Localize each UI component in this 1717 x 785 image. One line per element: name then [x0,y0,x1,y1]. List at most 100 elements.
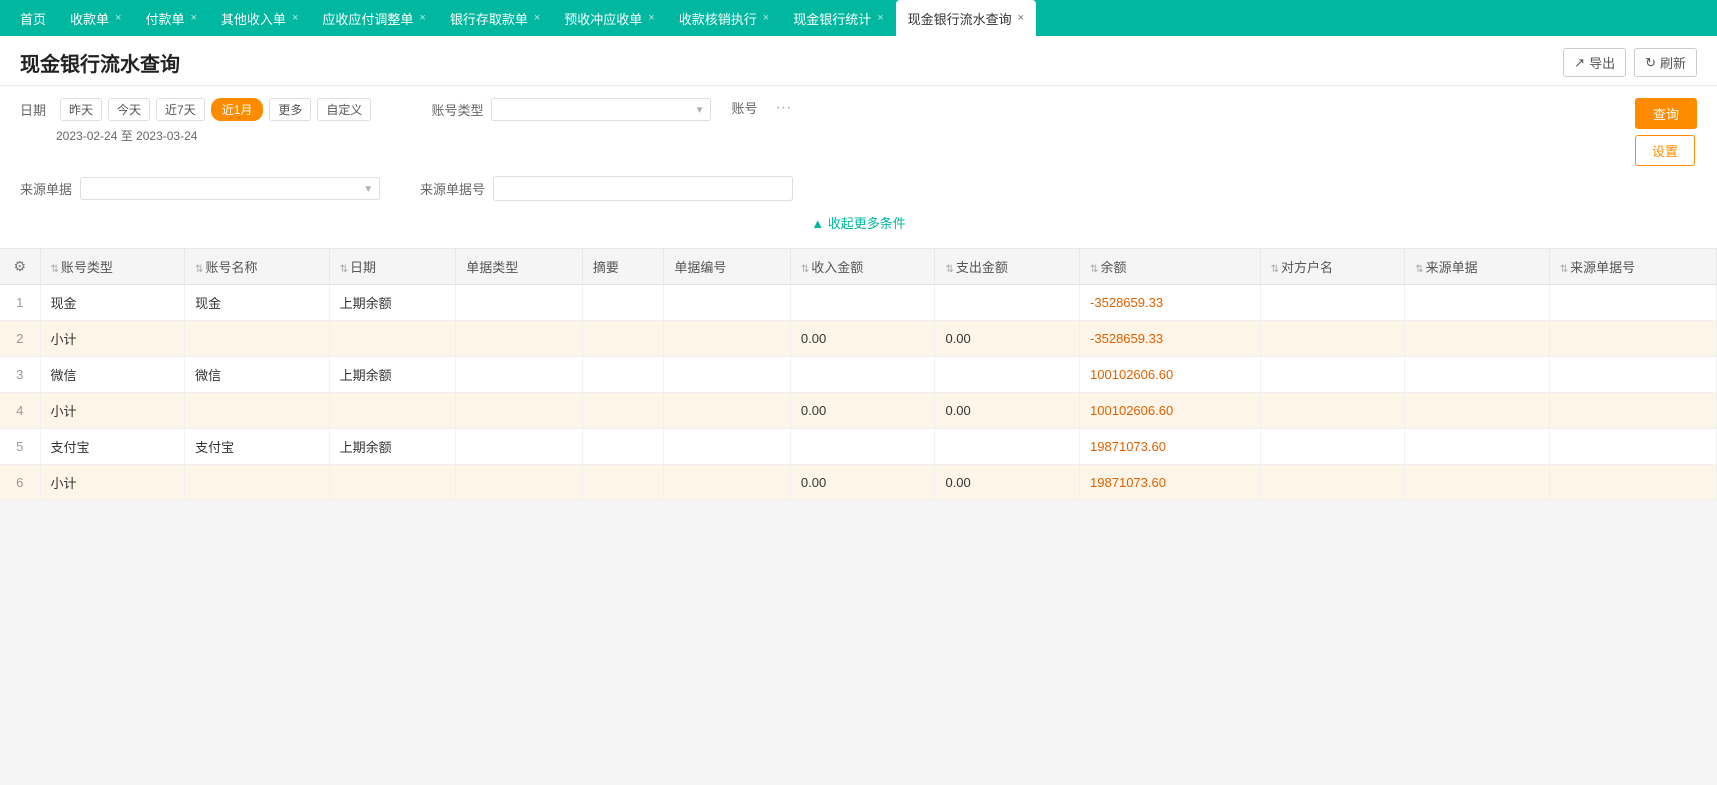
col-source-doc-no[interactable]: ⇅来源单据号 [1549,249,1716,285]
row-balance: 100102606.60 [1080,393,1261,429]
settings-button[interactable]: 设置 [1635,135,1695,166]
row-doc-type [456,285,583,321]
sort-icon: ⇅ [1415,264,1423,275]
row-date [329,393,456,429]
col-date[interactable]: ⇅日期 [329,249,456,285]
row-account-type: 微信 [40,357,185,393]
row-date: 上期余额 [329,285,456,321]
account-type-select[interactable]: ▾ [491,98,711,121]
source-doc-label: 来源单据 [20,179,72,198]
row-summary [582,285,664,321]
row-summary [582,465,664,501]
filter-area: 日期 昨天 今天 近7天 近1月 更多 自定义 2023-02-24 至 202… [0,86,1717,249]
row-source-doc [1405,321,1550,357]
refresh-button[interactable]: ↻ 刷新 [1634,48,1697,77]
col-summary[interactable]: 摘要 [582,249,664,285]
close-icon[interactable]: × [115,12,121,24]
table-row: 5支付宝支付宝上期余额19871073.60 [0,429,1717,465]
source-doc-no-filter: 来源单据号 [420,176,793,201]
nav-cash-bank-stat[interactable]: 现金银行统计 × [781,0,895,36]
page-title: 现金银行流水查询 [20,48,180,77]
col-expense[interactable]: ⇅支出金额 [935,249,1080,285]
row-income: 0.00 [790,465,935,501]
sort-icon: ⇅ [340,264,348,275]
date-1month[interactable]: 近1月 [211,98,264,121]
nav-cash-bank-flow[interactable]: 现金银行流水查询 × [896,0,1036,36]
close-icon[interactable]: × [292,12,298,24]
table-row: 3微信微信上期余额100102606.60 [0,357,1717,393]
col-doc-no[interactable]: 单据编号 [664,249,791,285]
source-doc-select[interactable]: ▾ [80,177,380,200]
row-doc-type [456,465,583,501]
date-more[interactable]: 更多 [269,98,311,121]
row-summary [582,429,664,465]
nav-other-income[interactable]: 其他收入单 × [209,0,310,36]
sort-icon: ⇅ [801,264,809,275]
col-income[interactable]: ⇅收入金额 [790,249,935,285]
row-source-doc [1405,465,1550,501]
row-date [329,465,456,501]
header-actions: ↗ 导出 ↻ 刷新 [1563,48,1697,77]
close-icon[interactable]: × [190,12,196,24]
row-doc-type [456,393,583,429]
nav-receipt[interactable]: 收款单 × [58,0,133,36]
collapse-bar[interactable]: ▲ 收起更多条件 [20,209,1697,236]
table-row: 6小计0.000.0019871073.60 [0,465,1717,501]
row-source-doc [1405,285,1550,321]
row-num: 5 [0,429,40,465]
row-account-type: 小计 [40,465,185,501]
row-income [790,357,935,393]
close-icon[interactable]: × [877,12,883,24]
col-doc-type[interactable]: 单据类型 [456,249,583,285]
row-date: 上期余额 [329,429,456,465]
row-source-doc-no [1549,465,1716,501]
row-doc-no [664,393,791,429]
nav-payment[interactable]: 付款单 × [133,0,208,36]
close-icon[interactable]: × [763,12,769,24]
row-account-type: 支付宝 [40,429,185,465]
source-doc-no-input[interactable] [493,176,793,201]
nav-receipt-exec[interactable]: 收款核销执行 × [667,0,781,36]
collapse-up-icon: ▲ [811,216,824,231]
row-date: 上期余额 [329,357,456,393]
row-doc-no [664,321,791,357]
data-table: ⚙ ⇅账号类型 ⇅账号名称 ⇅日期 单据类型 摘要 单据编号 ⇅收入金额 [0,249,1717,501]
date-today[interactable]: 今天 [108,98,150,121]
col-source-doc[interactable]: ⇅来源单据 [1405,249,1550,285]
row-doc-no [664,429,791,465]
row-expense: 0.00 [935,321,1080,357]
export-button[interactable]: ↗ 导出 [1563,48,1626,77]
nav-bank-deposit[interactable]: 银行存取款单 × [438,0,552,36]
nav-ar-ap-adjust[interactable]: 应收应付调整单 × [310,0,437,36]
col-gear[interactable]: ⚙ [0,249,40,285]
nav-home[interactable]: 首页 [8,0,58,36]
refresh-icon: ↻ [1645,55,1656,71]
col-balance[interactable]: ⇅余额 [1080,249,1261,285]
close-icon[interactable]: × [419,12,425,24]
row-account-type: 小计 [40,321,185,357]
row-source-doc-no [1549,429,1716,465]
data-table-container: ⚙ ⇅账号类型 ⇅账号名称 ⇅日期 单据类型 摘要 单据编号 ⇅收入金额 [0,249,1717,501]
date-7days[interactable]: 近7天 [156,98,205,121]
nav-prepay-offset[interactable]: 预收冲应收单 × [552,0,666,36]
page-header: 现金银行流水查询 ↗ 导出 ↻ 刷新 [0,36,1717,86]
row-account-name [185,465,330,501]
close-icon[interactable]: × [648,12,654,24]
row-num: 4 [0,393,40,429]
row-account-name: 现金 [185,285,330,321]
row-account-name [185,393,330,429]
col-account-name[interactable]: ⇅账号名称 [185,249,330,285]
col-account-type[interactable]: ⇅账号类型 [40,249,185,285]
query-button[interactable]: 查询 [1635,98,1697,129]
row-num: 2 [0,321,40,357]
row-doc-no [664,357,791,393]
date-yesterday[interactable]: 昨天 [60,98,102,121]
col-counterpart[interactable]: ⇅对方户名 [1260,249,1405,285]
sort-icon: ⇅ [51,264,59,275]
close-icon[interactable]: × [1018,12,1024,24]
row-summary [582,321,664,357]
date-custom[interactable]: 自定义 [317,98,371,121]
row-num: 1 [0,285,40,321]
close-icon[interactable]: × [534,12,540,24]
row-doc-type [456,429,583,465]
